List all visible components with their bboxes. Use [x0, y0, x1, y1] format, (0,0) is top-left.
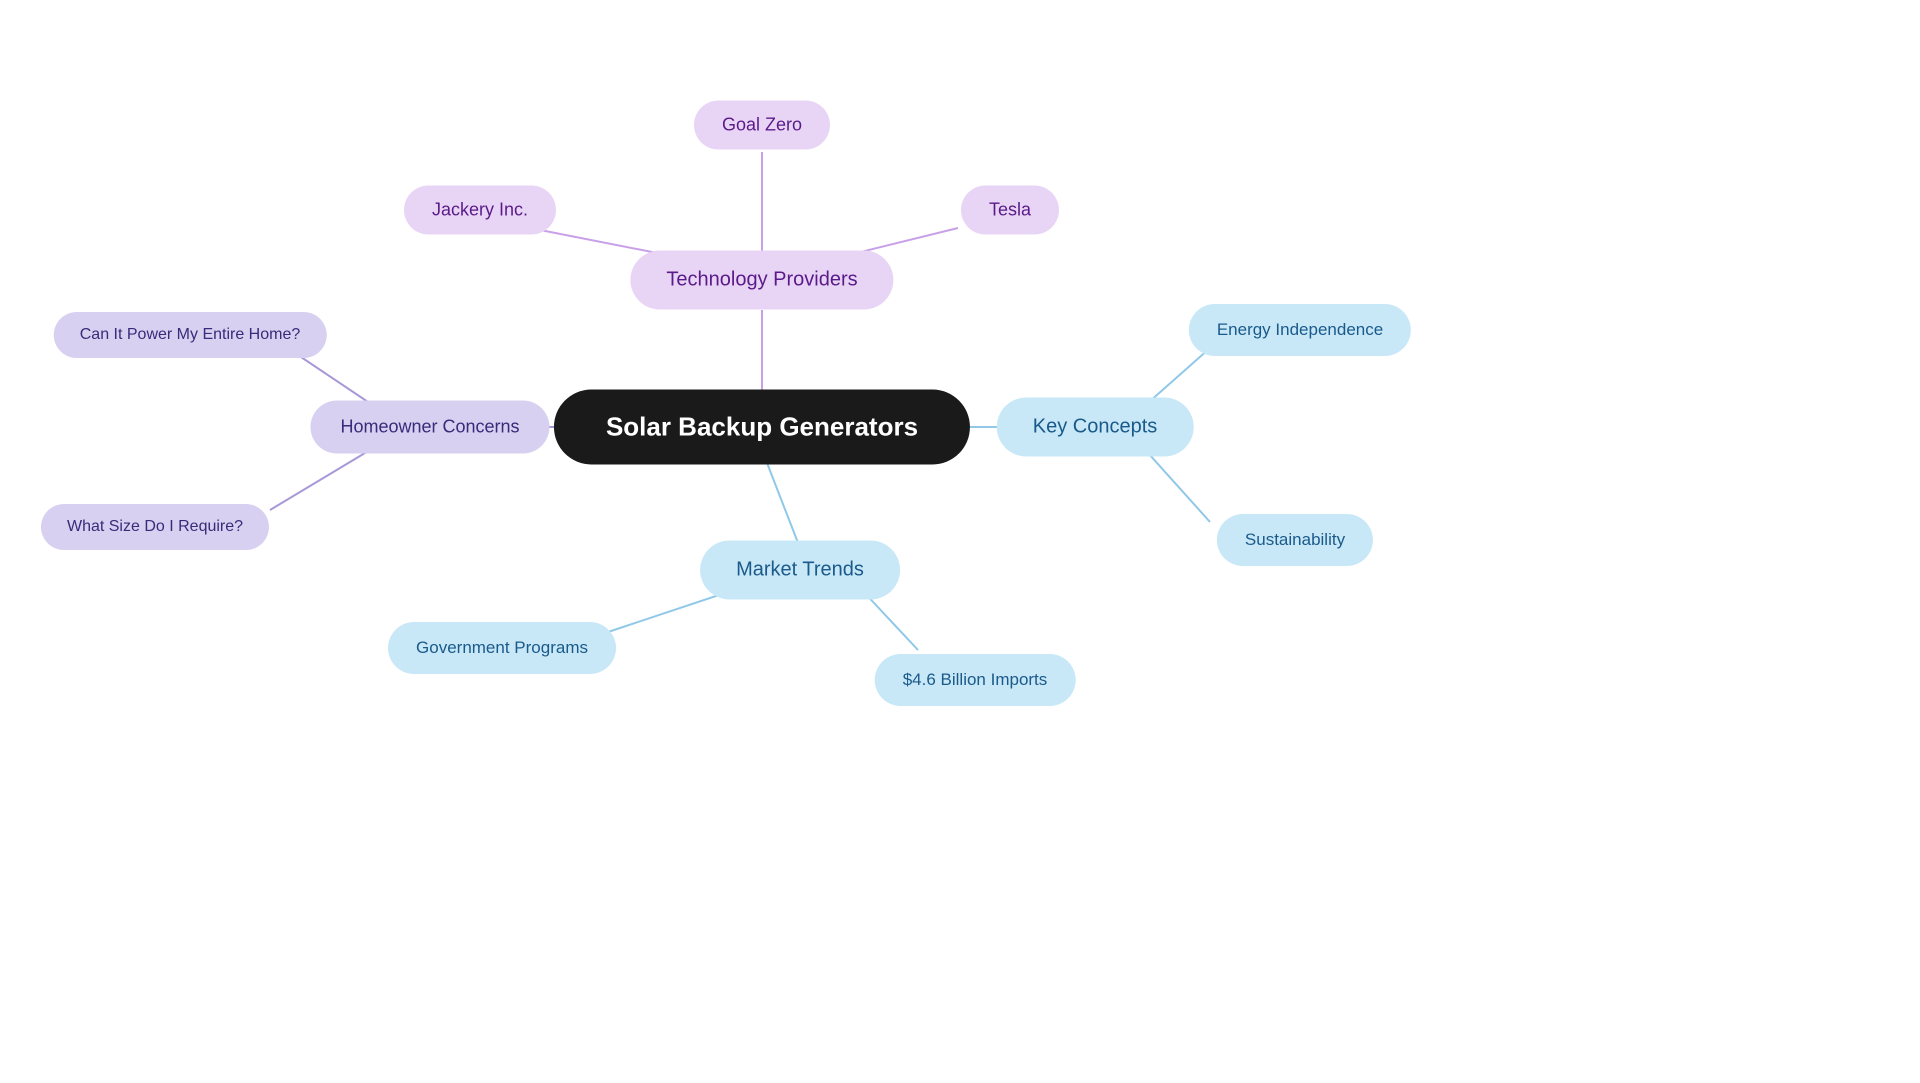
- power-home-node[interactable]: Can It Power My Entire Home?: [54, 312, 327, 358]
- energy-independence-node[interactable]: Energy Independence: [1189, 304, 1411, 356]
- market-trends-node[interactable]: Market Trends: [700, 541, 900, 600]
- jackery-node[interactable]: Jackery Inc.: [404, 186, 556, 235]
- imports-node[interactable]: $4.6 Billion Imports: [875, 654, 1076, 706]
- goal-zero-node[interactable]: Goal Zero: [694, 101, 830, 150]
- mind-map-container: Solar Backup Generators Technology Provi…: [0, 0, 1920, 1083]
- size-node[interactable]: What Size Do I Require?: [41, 504, 269, 550]
- tesla-node[interactable]: Tesla: [961, 186, 1059, 235]
- gov-programs-node[interactable]: Government Programs: [388, 622, 616, 674]
- homeowner-concerns-node[interactable]: Homeowner Concerns: [310, 401, 549, 454]
- connections-svg: [0, 0, 1920, 1083]
- sustainability-node[interactable]: Sustainability: [1217, 514, 1373, 566]
- tech-providers-node[interactable]: Technology Providers: [630, 251, 893, 310]
- center-node[interactable]: Solar Backup Generators: [554, 390, 970, 465]
- key-concepts-node[interactable]: Key Concepts: [997, 398, 1194, 457]
